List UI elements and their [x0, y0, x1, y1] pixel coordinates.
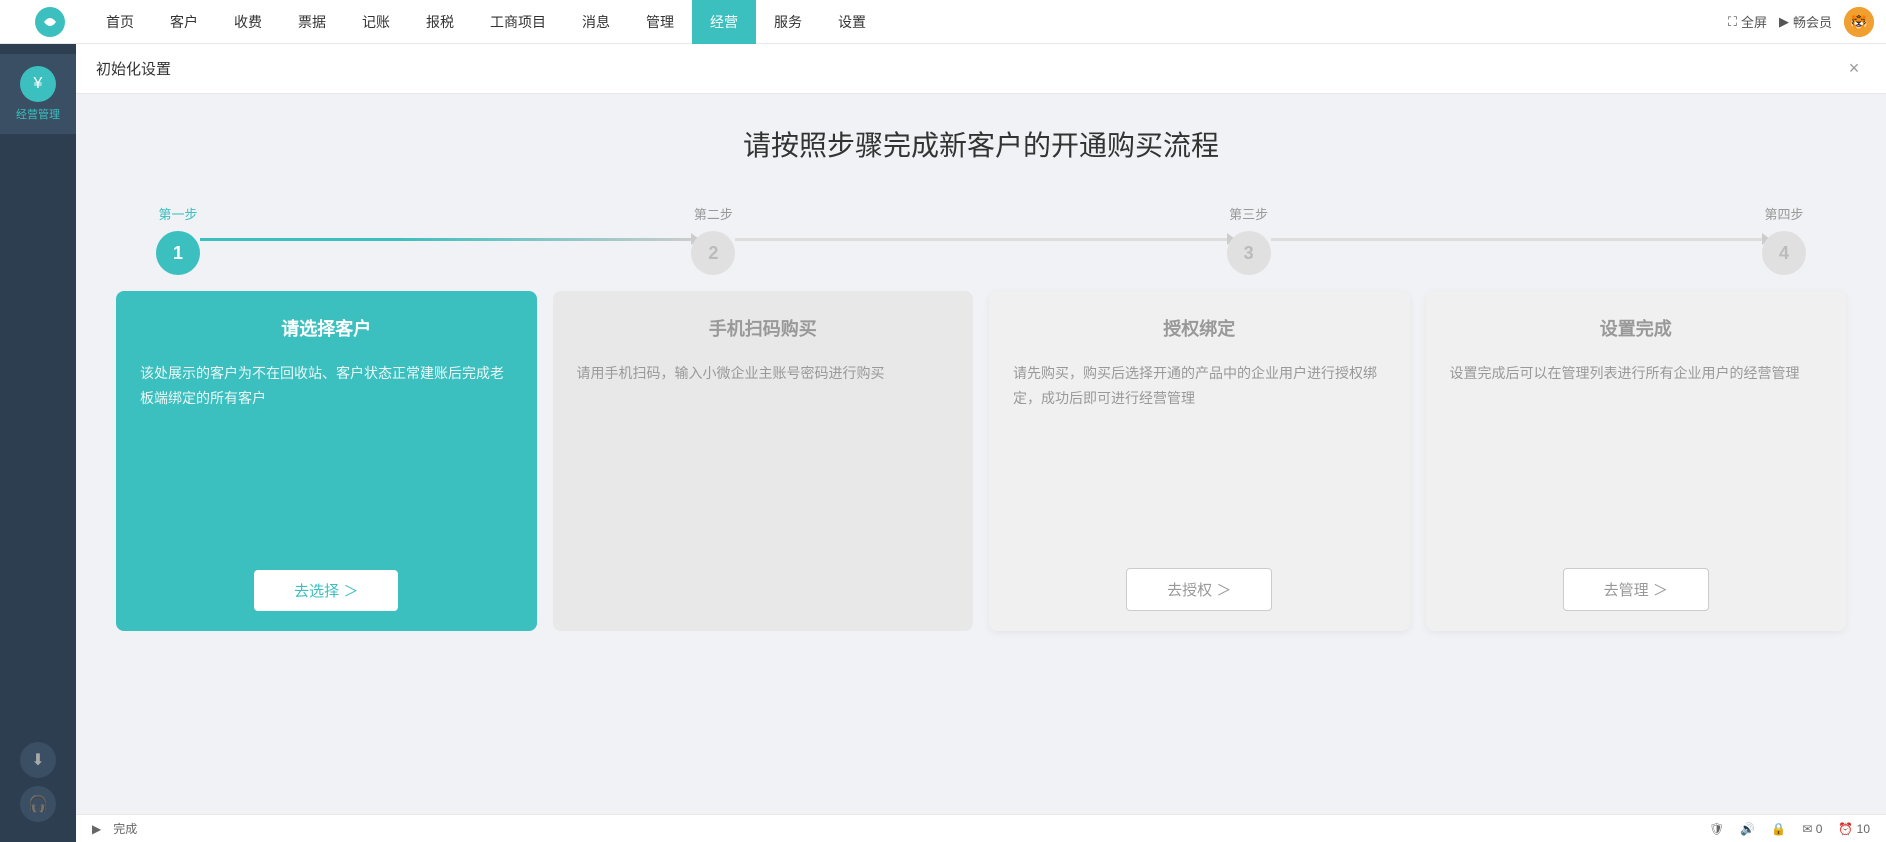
logo	[12, 6, 88, 38]
card-3-desc: 请先购买，购买后选择开通的产品中的企业用户进行授权绑定，成功后即可进行经营管理	[1013, 361, 1386, 568]
content-area: 初始化设置 × 请按照步骤完成新客户的开通购买流程 第一步 1 第二步	[76, 44, 1886, 842]
nav-home[interactable]: 首页	[88, 0, 152, 44]
go-manage-button[interactable]: 去管理 ＞	[1563, 568, 1709, 611]
fullscreen-btn[interactable]: ⛶ 全屏	[1728, 12, 1767, 31]
shield-icon: 🛡	[1709, 822, 1724, 836]
step-2: 第二步 2	[691, 204, 735, 275]
step-1: 第一步 1	[156, 204, 200, 275]
card-2-title: 手机扫码购买	[577, 315, 950, 341]
step-2-label: 第二步	[694, 204, 733, 223]
nav-industry[interactable]: 工商项目	[472, 0, 564, 44]
go-select-button[interactable]: 去选择 ＞	[254, 570, 398, 611]
step-3-label: 第三步	[1229, 204, 1268, 223]
step-3: 第三步 3	[1227, 204, 1271, 275]
nav-message[interactable]: 消息	[564, 0, 628, 44]
nav-accounting[interactable]: 记账	[344, 0, 408, 44]
content-header: 初始化设置 ×	[76, 44, 1886, 94]
card-area: 请按照步骤完成新客户的开通购买流程 第一步 1 第二步 2	[76, 94, 1886, 814]
step-2-circle: 2	[691, 231, 735, 275]
close-button[interactable]: ×	[1842, 57, 1866, 81]
volume-icon: 🔊	[1740, 822, 1755, 836]
status-label: 完成	[113, 820, 137, 837]
step-card-1: 请选择客户 该处展示的客户为不在回收站、客户状态正常建账后完成老板端绑定的所有客…	[116, 291, 537, 631]
connector-2-3	[735, 238, 1226, 241]
nav-fee[interactable]: 收费	[216, 0, 280, 44]
message-count: ✉ 0	[1802, 822, 1822, 836]
card-1-desc: 该处展示的客户为不在回收站、客户状态正常建账后完成老板端绑定的所有客户	[140, 361, 513, 550]
nav-items: 首页 客户 收费 票据 记账 报税 工商项目 消息 管理 经营 服务 设置	[88, 0, 1728, 44]
nav-service[interactable]: 服务	[756, 0, 820, 44]
operation-icon: ¥	[20, 66, 56, 102]
nav-tax[interactable]: 报税	[408, 0, 472, 44]
status-bar-right: 🛡 🔊 🔒 ✉ 0 ⏰ 10	[1709, 822, 1870, 836]
connector-1-2	[200, 238, 691, 241]
card-1-btn-wrapper: 去选择 ＞	[254, 570, 398, 611]
lock-icon: 🔒	[1771, 822, 1786, 836]
card-1-title: 请选择客户	[140, 315, 513, 341]
step-card-4: 设置完成 设置完成后可以在管理列表进行所有企业用户的经营管理 去管理 ＞	[1426, 291, 1847, 631]
nav-settings[interactable]: 设置	[820, 0, 884, 44]
nav-right: ⛶ 全屏 ▶ 畅会员 🐯	[1728, 7, 1874, 37]
card-3-btn-wrapper: 去授权 ＞	[1126, 568, 1272, 611]
fullscreen-icon: ⛶	[1728, 14, 1737, 30]
step-4: 第四步 4	[1762, 204, 1806, 275]
go-authorize-button[interactable]: 去授权 ＞	[1126, 568, 1272, 611]
step-4-label: 第四步	[1764, 204, 1803, 223]
clock-count: ⏰ 10	[1838, 822, 1870, 836]
play-icon: ▶	[1779, 14, 1789, 30]
cards-row: 请选择客户 该处展示的客户为不在回收站、客户状态正常建账后完成老板端绑定的所有客…	[116, 291, 1846, 631]
svg-text:🐯: 🐯	[1850, 13, 1868, 31]
step-1-circle: 1	[156, 231, 200, 275]
play-btn[interactable]: ▶	[92, 822, 101, 836]
card-3-title: 授权绑定	[1013, 315, 1386, 341]
nav-manage[interactable]: 管理	[628, 0, 692, 44]
card-2-desc: 请用手机扫码，输入小微企业主账号密码进行购买	[577, 361, 950, 611]
step-1-label: 第一步	[158, 204, 197, 223]
step-card-3: 授权绑定 请先购买，购买后选择开通的产品中的企业用户进行授权绑定，成功后即可进行…	[989, 291, 1410, 631]
top-nav: 首页 客户 收费 票据 记账 报税 工商项目 消息 管理 经营 服务 设置 ⛶ …	[0, 0, 1886, 44]
step-4-circle: 4	[1762, 231, 1806, 275]
step-3-circle: 3	[1227, 231, 1271, 275]
card-4-btn-wrapper: 去管理 ＞	[1563, 568, 1709, 611]
connector-3-4	[1271, 238, 1762, 241]
nav-invoice[interactable]: 票据	[280, 0, 344, 44]
card-4-title: 设置完成	[1450, 315, 1823, 341]
sidebar: ¥ 经营管理 ⬇ 🎧	[0, 44, 76, 842]
main-layout: ¥ 经营管理 ⬇ 🎧 初始化设置 × 请按照步骤完成新客户的开通购买流程 第一步…	[0, 44, 1886, 842]
status-bar: ▶ 完成 🛡 🔊 🔒 ✉ 0 ⏰ 10	[76, 814, 1886, 842]
avatar[interactable]: 🐯	[1844, 7, 1874, 37]
download-icon[interactable]: ⬇	[20, 742, 56, 778]
nav-operation[interactable]: 经营	[692, 0, 756, 44]
member-btn[interactable]: ▶ 畅会员	[1779, 12, 1832, 31]
nav-customer[interactable]: 客户	[152, 0, 216, 44]
card-4-desc: 设置完成后可以在管理列表进行所有企业用户的经营管理	[1450, 361, 1823, 568]
main-title: 请按照步骤完成新客户的开通购买流程	[116, 124, 1846, 164]
steps-timeline: 第一步 1 第二步 2 第三步 3	[116, 204, 1846, 275]
step-card-2: 手机扫码购买 请用手机扫码，输入小微企业主账号密码进行购买	[553, 291, 974, 631]
headset-icon[interactable]: 🎧	[20, 786, 56, 822]
sidebar-item-operation[interactable]: ¥ 经营管理	[0, 54, 76, 134]
page-title: 初始化设置	[96, 58, 171, 79]
sidebar-bottom: ⬇ 🎧	[20, 742, 56, 842]
